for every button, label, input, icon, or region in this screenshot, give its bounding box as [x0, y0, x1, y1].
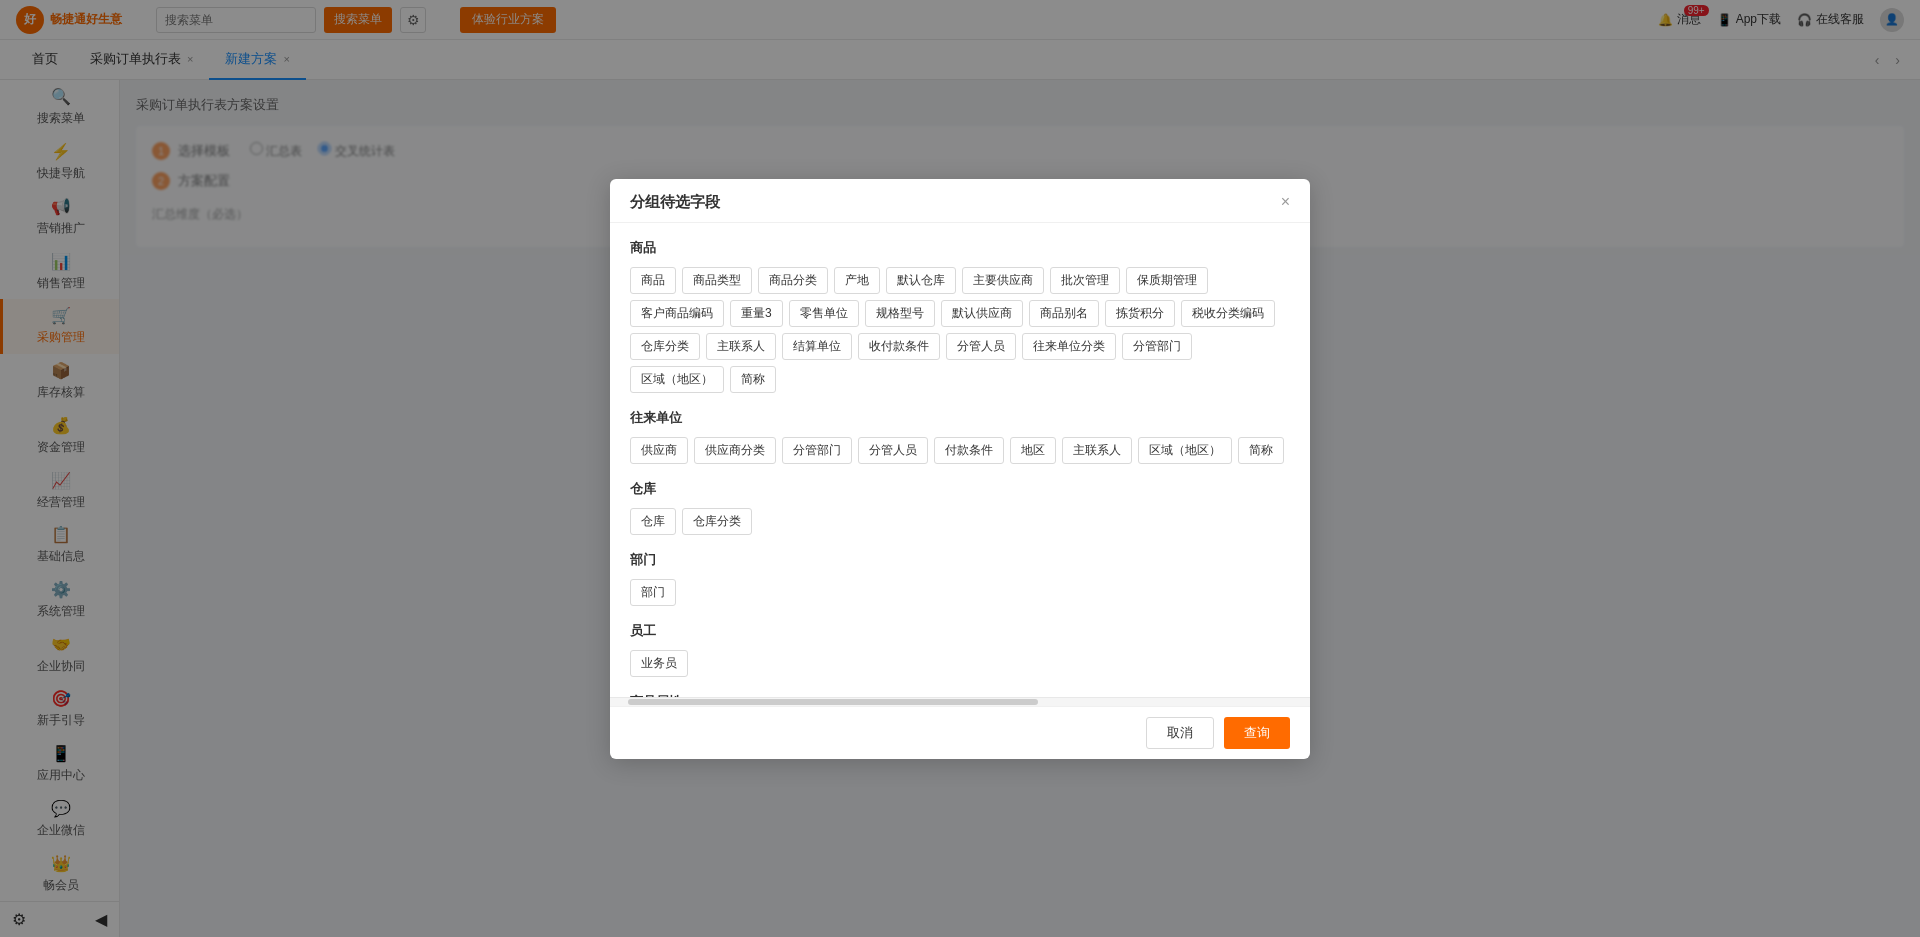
field-tag[interactable]: 区域（地区） [1138, 437, 1232, 464]
field-tag[interactable]: 主要供应商 [962, 267, 1044, 294]
field-tags-warehouse: 仓库仓库分类 [630, 508, 1290, 535]
field-tag[interactable]: 零售单位 [789, 300, 859, 327]
field-tag[interactable]: 重量3 [730, 300, 783, 327]
modal-hscroll [610, 697, 1310, 705]
field-tag[interactable]: 客户商品编码 [630, 300, 724, 327]
field-tag[interactable]: 默认仓库 [886, 267, 956, 294]
field-tag[interactable]: 仓库分类 [630, 333, 700, 360]
field-tag[interactable]: 分管部门 [1122, 333, 1192, 360]
modal-header: 分组待选字段 × [610, 179, 1310, 223]
field-tag[interactable]: 商品别名 [1029, 300, 1099, 327]
field-tag[interactable]: 地区 [1010, 437, 1056, 464]
field-tag[interactable]: 业务员 [630, 650, 688, 677]
modal-body[interactable]: 商品商品商品类型商品分类产地默认仓库主要供应商批次管理保质期管理客户商品编码重量… [610, 223, 1310, 698]
field-tag[interactable]: 结算单位 [782, 333, 852, 360]
field-tag[interactable]: 商品类型 [682, 267, 752, 294]
hscroll-thumb [628, 699, 1038, 705]
field-tag[interactable]: 简称 [730, 366, 776, 393]
section-partner: 往来单位供应商供应商分类分管部门分管人员付款条件地区主联系人区域（地区）简称 [630, 409, 1290, 464]
field-tag[interactable]: 拣货积分 [1105, 300, 1175, 327]
field-tag[interactable]: 主联系人 [1062, 437, 1132, 464]
cancel-button[interactable]: 取消 [1146, 717, 1214, 749]
field-tag[interactable]: 部门 [630, 579, 676, 606]
field-tag[interactable]: 商品 [630, 267, 676, 294]
field-tag[interactable]: 收付款条件 [858, 333, 940, 360]
section-title-partner: 往来单位 [630, 409, 1290, 427]
field-tags-department: 部门 [630, 579, 1290, 606]
field-tag[interactable]: 产地 [834, 267, 880, 294]
modal-close-button[interactable]: × [1281, 193, 1290, 211]
field-tag[interactable]: 规格型号 [865, 300, 935, 327]
field-tag[interactable]: 区域（地区） [630, 366, 724, 393]
modal-title: 分组待选字段 [630, 193, 720, 212]
section-product: 商品商品商品类型商品分类产地默认仓库主要供应商批次管理保质期管理客户商品编码重量… [630, 239, 1290, 393]
field-tag[interactable]: 批次管理 [1050, 267, 1120, 294]
section-title-department: 部门 [630, 551, 1290, 569]
section-department: 部门部门 [630, 551, 1290, 606]
section-title-product: 商品 [630, 239, 1290, 257]
section-title-employee: 员工 [630, 622, 1290, 640]
field-tag[interactable]: 分管部门 [782, 437, 852, 464]
field-tag[interactable]: 仓库分类 [682, 508, 752, 535]
field-tag[interactable]: 税收分类编码 [1181, 300, 1275, 327]
field-tag[interactable]: 往来单位分类 [1022, 333, 1116, 360]
field-tag[interactable]: 保质期管理 [1126, 267, 1208, 294]
field-tag[interactable]: 仓库 [630, 508, 676, 535]
field-tag[interactable]: 供应商 [630, 437, 688, 464]
field-tags-employee: 业务员 [630, 650, 1290, 677]
section-title-warehouse: 仓库 [630, 480, 1290, 498]
field-tags-partner: 供应商供应商分类分管部门分管人员付款条件地区主联系人区域（地区）简称 [630, 437, 1290, 464]
modal-overlay: 分组待选字段 × 商品商品商品类型商品分类产地默认仓库主要供应商批次管理保质期管… [0, 0, 1920, 937]
modal-footer: 取消 查询 [610, 706, 1310, 759]
field-tag[interactable]: 供应商分类 [694, 437, 776, 464]
confirm-button[interactable]: 查询 [1224, 717, 1290, 749]
field-tag[interactable]: 简称 [1238, 437, 1284, 464]
field-tag[interactable]: 分管人员 [946, 333, 1016, 360]
field-tag[interactable]: 商品分类 [758, 267, 828, 294]
field-tag[interactable]: 默认供应商 [941, 300, 1023, 327]
field-tags-product: 商品商品类型商品分类产地默认仓库主要供应商批次管理保质期管理客户商品编码重量3零… [630, 267, 1290, 393]
field-tag[interactable]: 分管人员 [858, 437, 928, 464]
section-warehouse: 仓库仓库仓库分类 [630, 480, 1290, 535]
field-tag[interactable]: 付款条件 [934, 437, 1004, 464]
field-tag[interactable]: 主联系人 [706, 333, 776, 360]
field-select-modal: 分组待选字段 × 商品商品商品类型商品分类产地默认仓库主要供应商批次管理保质期管… [610, 179, 1310, 759]
section-employee: 员工业务员 [630, 622, 1290, 677]
